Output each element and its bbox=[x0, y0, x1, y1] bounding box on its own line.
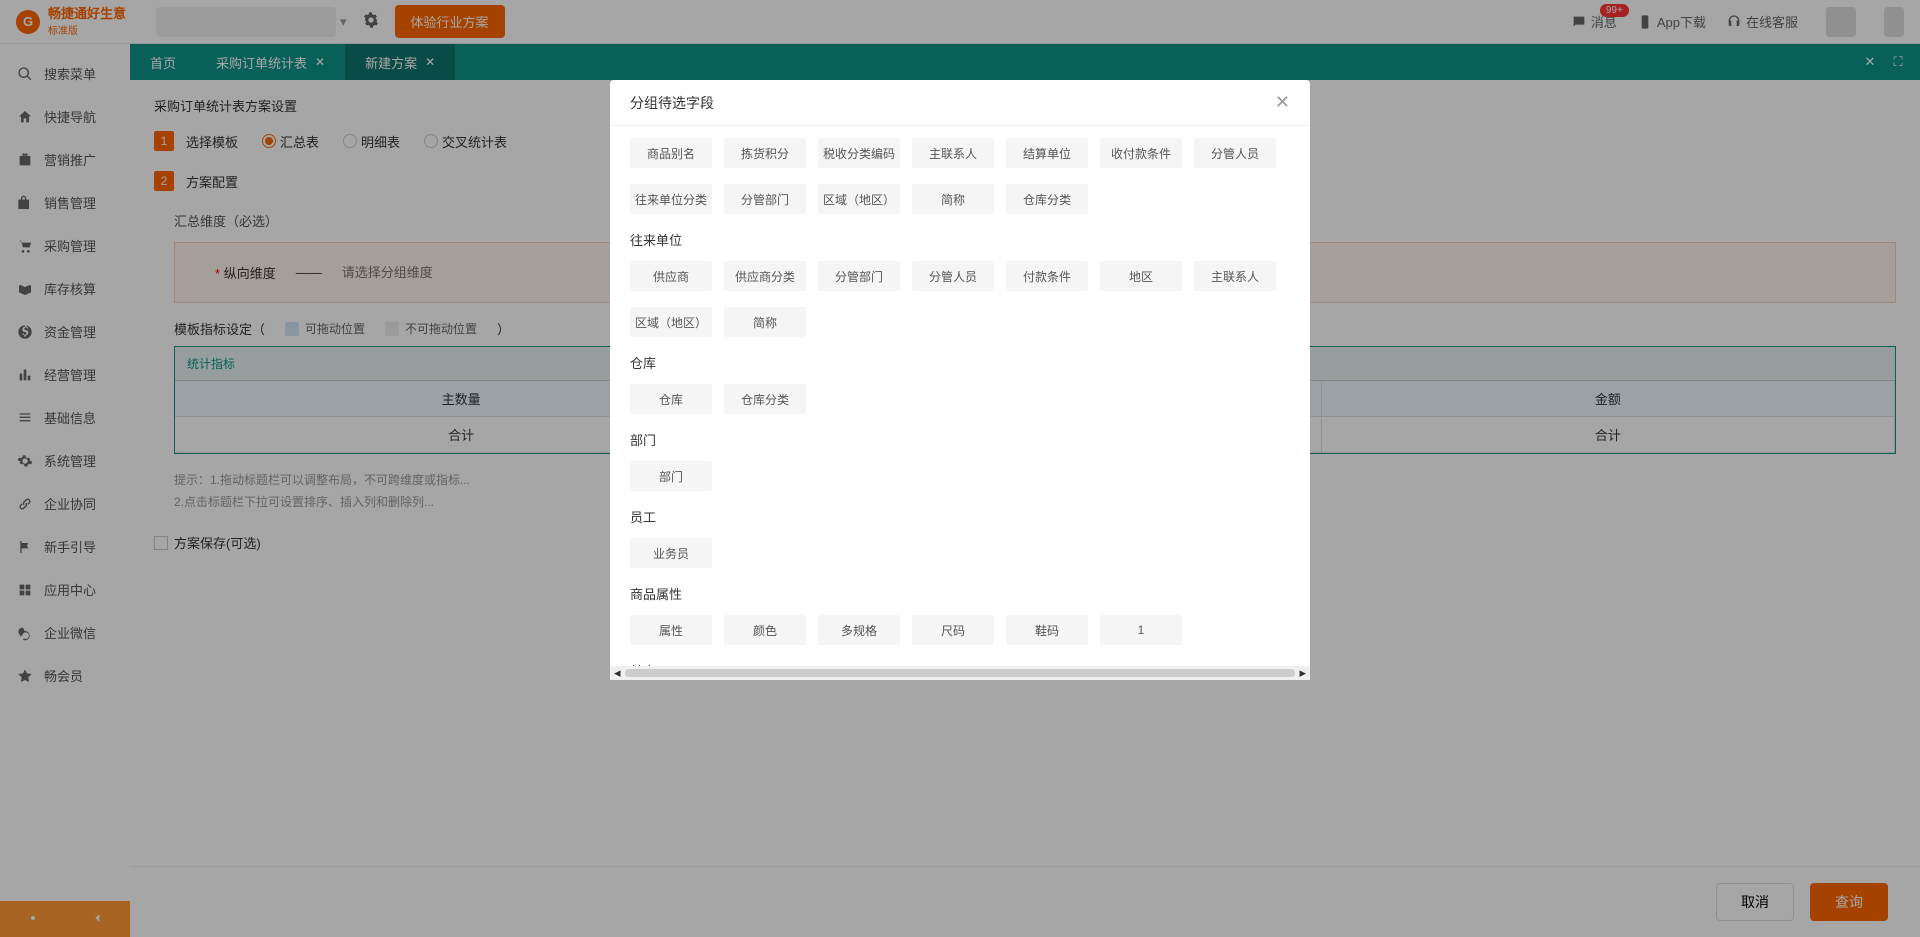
h-scrollbar[interactable]: ◂ ▸ bbox=[610, 666, 1310, 680]
field-group-0: 商品别名拣货积分税收分类编码主联系人结算单位收付款条件分管人员 bbox=[630, 138, 1290, 168]
field-group-5: 部门部门 bbox=[630, 430, 1290, 491]
field-chip[interactable]: 分管部门 bbox=[724, 184, 806, 214]
group-title: 部门 bbox=[630, 430, 1290, 449]
field-chip[interactable]: 商品别名 bbox=[630, 138, 712, 168]
close-icon[interactable]: ✕ bbox=[1275, 92, 1290, 113]
field-select-modal: 分组待选字段 ✕ 商品别名拣货积分税收分类编码主联系人结算单位收付款条件分管人员… bbox=[610, 80, 1310, 680]
scroll-thumb[interactable] bbox=[625, 669, 1296, 677]
field-chip[interactable]: 简称 bbox=[724, 307, 806, 337]
field-group-7: 商品属性属性颜色多规格尺码鞋码 1 bbox=[630, 584, 1290, 645]
field-chip[interactable]: 主联系人 bbox=[912, 138, 994, 168]
field-chip[interactable]: 仓库分类 bbox=[724, 384, 806, 414]
field-chip[interactable]: 主联系人 bbox=[1194, 261, 1276, 291]
group-title: 往来单位 bbox=[630, 230, 1290, 249]
field-chip[interactable]: 鞋码 bbox=[1006, 615, 1088, 645]
field-chip[interactable]: 业务员 bbox=[630, 538, 712, 568]
field-group-3: 区域（地区） 简称 bbox=[630, 307, 1290, 337]
field-chip[interactable]: 结算单位 bbox=[1006, 138, 1088, 168]
field-group-1: 往来单位分类分管部门区域（地区） 简称仓库分类 bbox=[630, 184, 1290, 214]
field-chip[interactable]: 往来单位分类 bbox=[630, 184, 712, 214]
field-chip[interactable]: 尺码 bbox=[912, 615, 994, 645]
field-group-6: 员工业务员 bbox=[630, 507, 1290, 568]
field-chip[interactable]: 分管部门 bbox=[818, 261, 900, 291]
field-chip[interactable]: 拣货积分 bbox=[724, 138, 806, 168]
field-group-4: 仓库仓库仓库分类 bbox=[630, 353, 1290, 414]
modal-title: 分组待选字段 bbox=[630, 93, 714, 113]
field-chip[interactable]: 分管人员 bbox=[1194, 138, 1276, 168]
field-chip[interactable]: 地区 bbox=[1100, 261, 1182, 291]
field-chip[interactable]: 部门 bbox=[630, 461, 712, 491]
field-chip[interactable]: 多规格 bbox=[818, 615, 900, 645]
field-chip[interactable]: 颜色 bbox=[724, 615, 806, 645]
field-chip[interactable]: 简称 bbox=[912, 184, 994, 214]
field-chip[interactable]: 供应商分类 bbox=[724, 261, 806, 291]
group-title: 商品属性 bbox=[630, 584, 1290, 603]
group-title: 仓库 bbox=[630, 353, 1290, 372]
field-chip[interactable]: 属性 bbox=[630, 615, 712, 645]
field-chip[interactable]: 区域（地区） bbox=[818, 184, 900, 214]
scroll-left-icon[interactable]: ◂ bbox=[614, 665, 621, 681]
scroll-right-icon[interactable]: ▸ bbox=[1299, 665, 1306, 681]
field-chip[interactable]: 税收分类编码 bbox=[818, 138, 900, 168]
group-title: 员工 bbox=[630, 507, 1290, 526]
field-chip[interactable]: 收付款条件 bbox=[1100, 138, 1182, 168]
field-chip[interactable]: 分管人员 bbox=[912, 261, 994, 291]
field-chip[interactable]: 仓库 bbox=[630, 384, 712, 414]
field-chip[interactable]: 付款条件 bbox=[1006, 261, 1088, 291]
field-chip[interactable]: 1 bbox=[1100, 615, 1182, 645]
field-chip[interactable]: 区域（地区） bbox=[630, 307, 712, 337]
field-chip[interactable]: 供应商 bbox=[630, 261, 712, 291]
field-group-2: 往来单位供应商供应商分类分管部门分管人员付款条件地区主联系人 bbox=[630, 230, 1290, 291]
field-chip[interactable]: 仓库分类 bbox=[1006, 184, 1088, 214]
